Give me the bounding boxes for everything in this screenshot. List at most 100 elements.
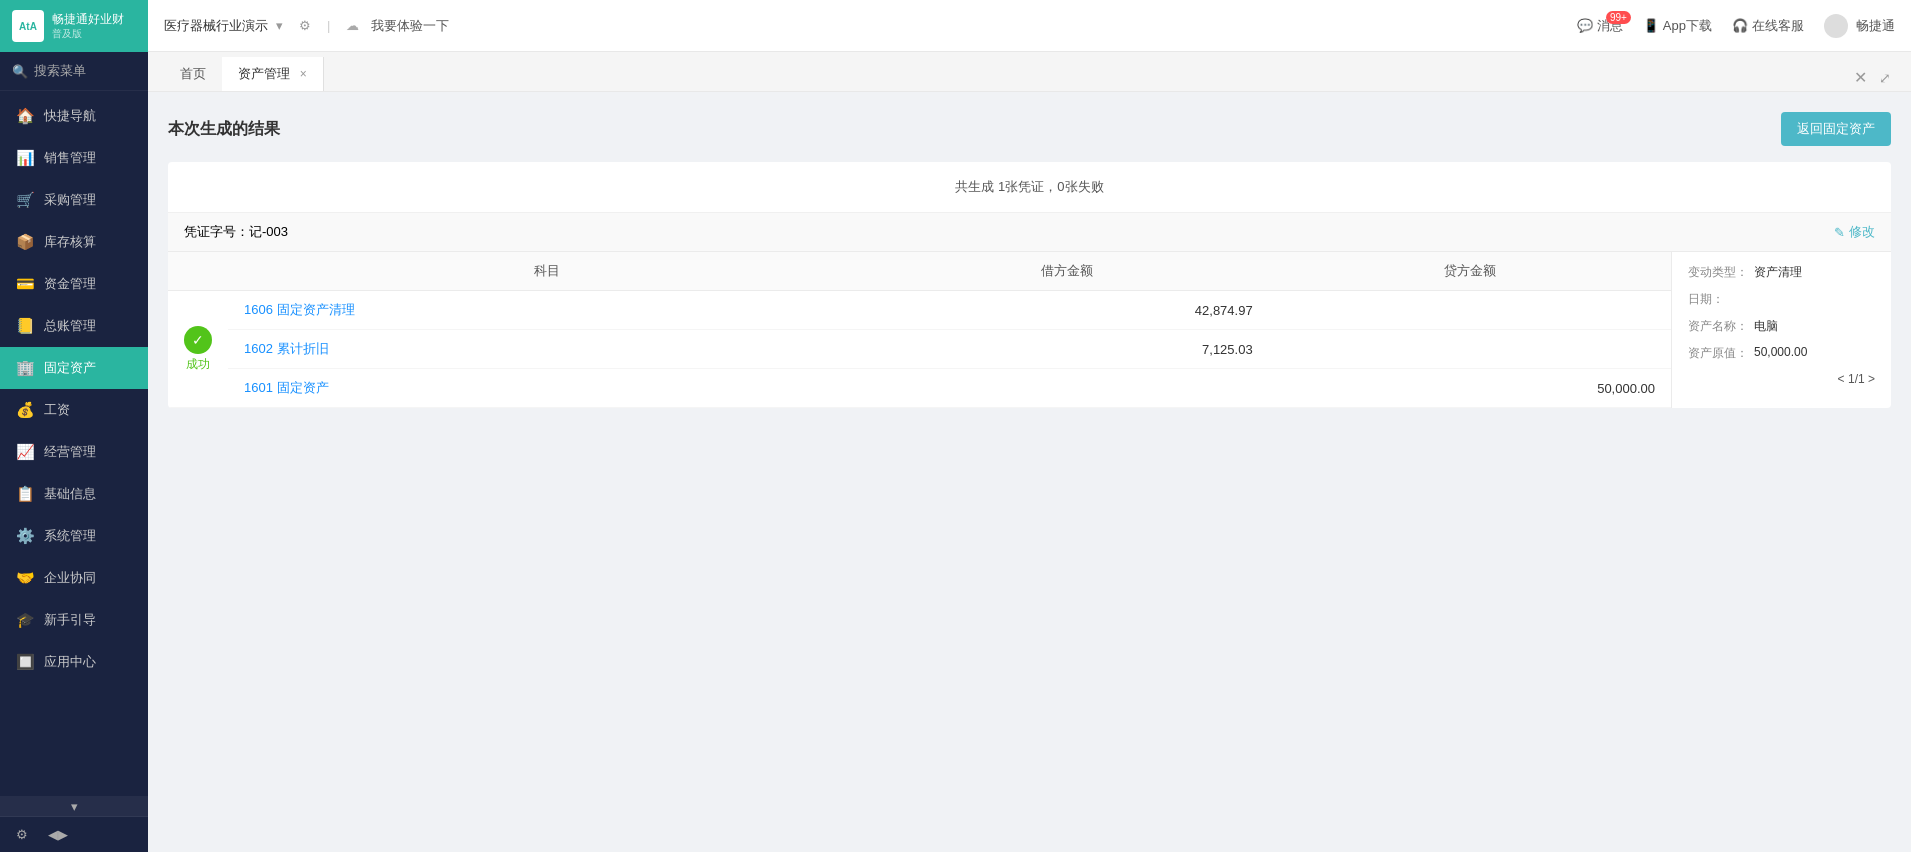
finance-icon: 💳	[16, 275, 34, 293]
user-profile-btn[interactable]: 畅捷通	[1824, 14, 1895, 38]
search-menu-label: 搜索菜单	[34, 62, 86, 80]
th-debit: 借方金额	[866, 252, 1268, 291]
asset-name-row: 资产名称： 电脑	[1688, 318, 1875, 335]
purchase-icon: 🛒	[16, 191, 34, 209]
voucher-section: 凭证字号：记-003 ✎ 修改 科目 借方金额 贷方金额	[168, 213, 1891, 408]
asset-name-label: 资产名称：	[1688, 318, 1748, 335]
messages-btn[interactable]: 💬 消息 99+	[1577, 17, 1623, 35]
sidebar-item-basic-info[interactable]: 📋 基础信息	[0, 473, 148, 515]
settings-btn[interactable]: ⚙	[299, 18, 311, 33]
main-content: 医疗器械行业演示 ▾ ⚙ | ☁ 我要体验一下 💬 消息 99+ 📱 App下载…	[148, 0, 1911, 852]
sidebar-item-operations[interactable]: 📈 经营管理	[0, 431, 148, 473]
logo: AtA 畅捷通好业财 普及版	[0, 0, 148, 52]
next-page-btn[interactable]: >	[1868, 372, 1875, 386]
tab-asset-management[interactable]: 资产管理 ×	[222, 57, 324, 91]
dropdown-icon[interactable]: ▾	[276, 18, 283, 33]
search-icon: 🔍	[12, 64, 28, 79]
table-row: 1601 固定资产 50,000.00	[168, 369, 1671, 408]
fixed-assets-label: 固定资产	[44, 359, 96, 377]
user-name: 畅捷通	[1856, 17, 1895, 35]
experience-button[interactable]: 我要体验一下	[371, 17, 449, 35]
sidebar-item-quick-nav[interactable]: 🏠 快捷导航	[0, 95, 148, 137]
sidebar-item-system[interactable]: ⚙️ 系统管理	[0, 515, 148, 557]
settings-icon[interactable]: ⚙	[16, 827, 28, 842]
voucher-number: 凭证字号：记-003	[184, 223, 288, 241]
ledger-label: 总账管理	[44, 317, 96, 335]
sidebar-item-sales[interactable]: 📊 销售管理	[0, 137, 148, 179]
guide-icon: 🎓	[16, 611, 34, 629]
guide-label: 新手引导	[44, 611, 96, 629]
sidebar-nav: 🏠 快捷导航 📊 销售管理 🛒 采购管理 📦 库存核算 💳 资金管理 📒 总账管…	[0, 91, 148, 796]
tab-close-btn[interactable]: ×	[300, 67, 307, 81]
change-type-value: 资产清理	[1754, 264, 1802, 281]
panel-close-btn[interactable]: ✕	[1850, 64, 1871, 91]
app-center-icon: 🔲	[16, 653, 34, 671]
sidebar-item-enterprise[interactable]: 🤝 企业协同	[0, 557, 148, 599]
quick-nav-label: 快捷导航	[44, 107, 96, 125]
sidebar-item-inventory[interactable]: 📦 库存核算	[0, 221, 148, 263]
sidebar-item-fixed-assets[interactable]: 🏢 固定资产	[0, 347, 148, 389]
tab-home[interactable]: 首页	[164, 57, 222, 91]
asset-value-row: 资产原值： 50,000.00	[1688, 345, 1875, 362]
sidebar-item-app-center[interactable]: 🔲 应用中心	[0, 641, 148, 683]
sidebar-scroll-down[interactable]: ▾	[0, 796, 148, 816]
sidebar-item-ledger[interactable]: 📒 总账管理	[0, 305, 148, 347]
sidebar-item-finance[interactable]: 💳 资金管理	[0, 263, 148, 305]
collapse-icon[interactable]: ◀▶	[48, 827, 68, 842]
panel-expand-btn[interactable]: ⤢	[1875, 66, 1895, 90]
prev-page-btn[interactable]: <	[1838, 372, 1845, 386]
th-subject: 科目	[228, 252, 866, 291]
system-icon: ⚙️	[16, 527, 34, 545]
edit-label: 修改	[1849, 223, 1875, 241]
online-service-label: 在线客服	[1752, 17, 1804, 35]
basic-info-label: 基础信息	[44, 485, 96, 503]
topbar: 医疗器械行业演示 ▾ ⚙ | ☁ 我要体验一下 💬 消息 99+ 📱 App下载…	[148, 0, 1911, 52]
status-cell: ✓ 成功	[168, 291, 228, 408]
app-download-btn[interactable]: 📱 App下载	[1643, 17, 1712, 35]
debit-1606: 42,874.97	[866, 291, 1268, 330]
sidebar-item-purchase[interactable]: 🛒 采购管理	[0, 179, 148, 221]
home-tab-label: 首页	[180, 66, 206, 81]
user-avatar	[1824, 14, 1848, 38]
side-info-pagination[interactable]: < 1/1 >	[1688, 372, 1875, 386]
logo-sub: 普及版	[52, 27, 124, 41]
th-credit: 贷方金额	[1269, 252, 1671, 291]
result-card: 共生成 1张凭证，0张失败 凭证字号：记-003 ✎ 修改	[168, 162, 1891, 408]
th-status	[168, 252, 228, 291]
tabbar: 首页 资产管理 × ✕ ⤢	[148, 52, 1911, 92]
asset-value-value: 50,000.00	[1754, 345, 1807, 362]
purchase-label: 采购管理	[44, 191, 96, 209]
return-button[interactable]: 返回固定资产	[1781, 112, 1891, 146]
operations-label: 经营管理	[44, 443, 96, 461]
asset-value-label: 资产原值：	[1688, 345, 1748, 362]
enterprise-icon: 🤝	[16, 569, 34, 587]
subject-1602: 1602 累计折旧	[228, 330, 866, 369]
search-menu-item[interactable]: 🔍 搜索菜单	[0, 52, 148, 91]
topbar-right: 💬 消息 99+ 📱 App下载 🎧 在线客服 畅捷通	[1577, 14, 1895, 38]
company-name: 医疗器械行业演示	[164, 17, 268, 35]
basic-info-icon: 📋	[16, 485, 34, 503]
system-label: 系统管理	[44, 527, 96, 545]
message-icon: 💬	[1577, 18, 1593, 33]
edit-voucher-btn[interactable]: ✎ 修改	[1834, 223, 1875, 241]
inventory-icon: 📦	[16, 233, 34, 251]
sidebar-item-salary[interactable]: 💰 工资	[0, 389, 148, 431]
logo-text: 畅捷通好业财	[52, 11, 124, 28]
voucher-header: 凭证字号：记-003 ✎ 修改	[168, 213, 1891, 252]
edit-icon: ✎	[1834, 225, 1845, 240]
result-summary: 共生成 1张凭证，0张失败	[168, 162, 1891, 213]
messages-badge: 99+	[1606, 11, 1631, 24]
online-service-btn[interactable]: 🎧 在线客服	[1732, 17, 1804, 35]
active-tab-label: 资产管理	[238, 66, 290, 81]
change-type-label: 变动类型：	[1688, 264, 1748, 281]
page-title: 本次生成的结果	[168, 119, 280, 140]
debit-1601	[866, 369, 1268, 408]
asset-name-value: 电脑	[1754, 318, 1778, 335]
status-label: 成功	[184, 356, 212, 373]
credit-1602	[1269, 330, 1671, 369]
sidebar: AtA 畅捷通好业财 普及版 🔍 搜索菜单 🏠 快捷导航 📊 销售管理 🛒 采购…	[0, 0, 148, 852]
subject-1606: 1606 固定资产清理	[228, 291, 866, 330]
table-row: 1602 累计折旧 7,125.03	[168, 330, 1671, 369]
voucher-table: 科目 借方金额 贷方金额 ✓ 成功 1606 固定资	[168, 252, 1671, 408]
sidebar-item-guide[interactable]: 🎓 新手引导	[0, 599, 148, 641]
